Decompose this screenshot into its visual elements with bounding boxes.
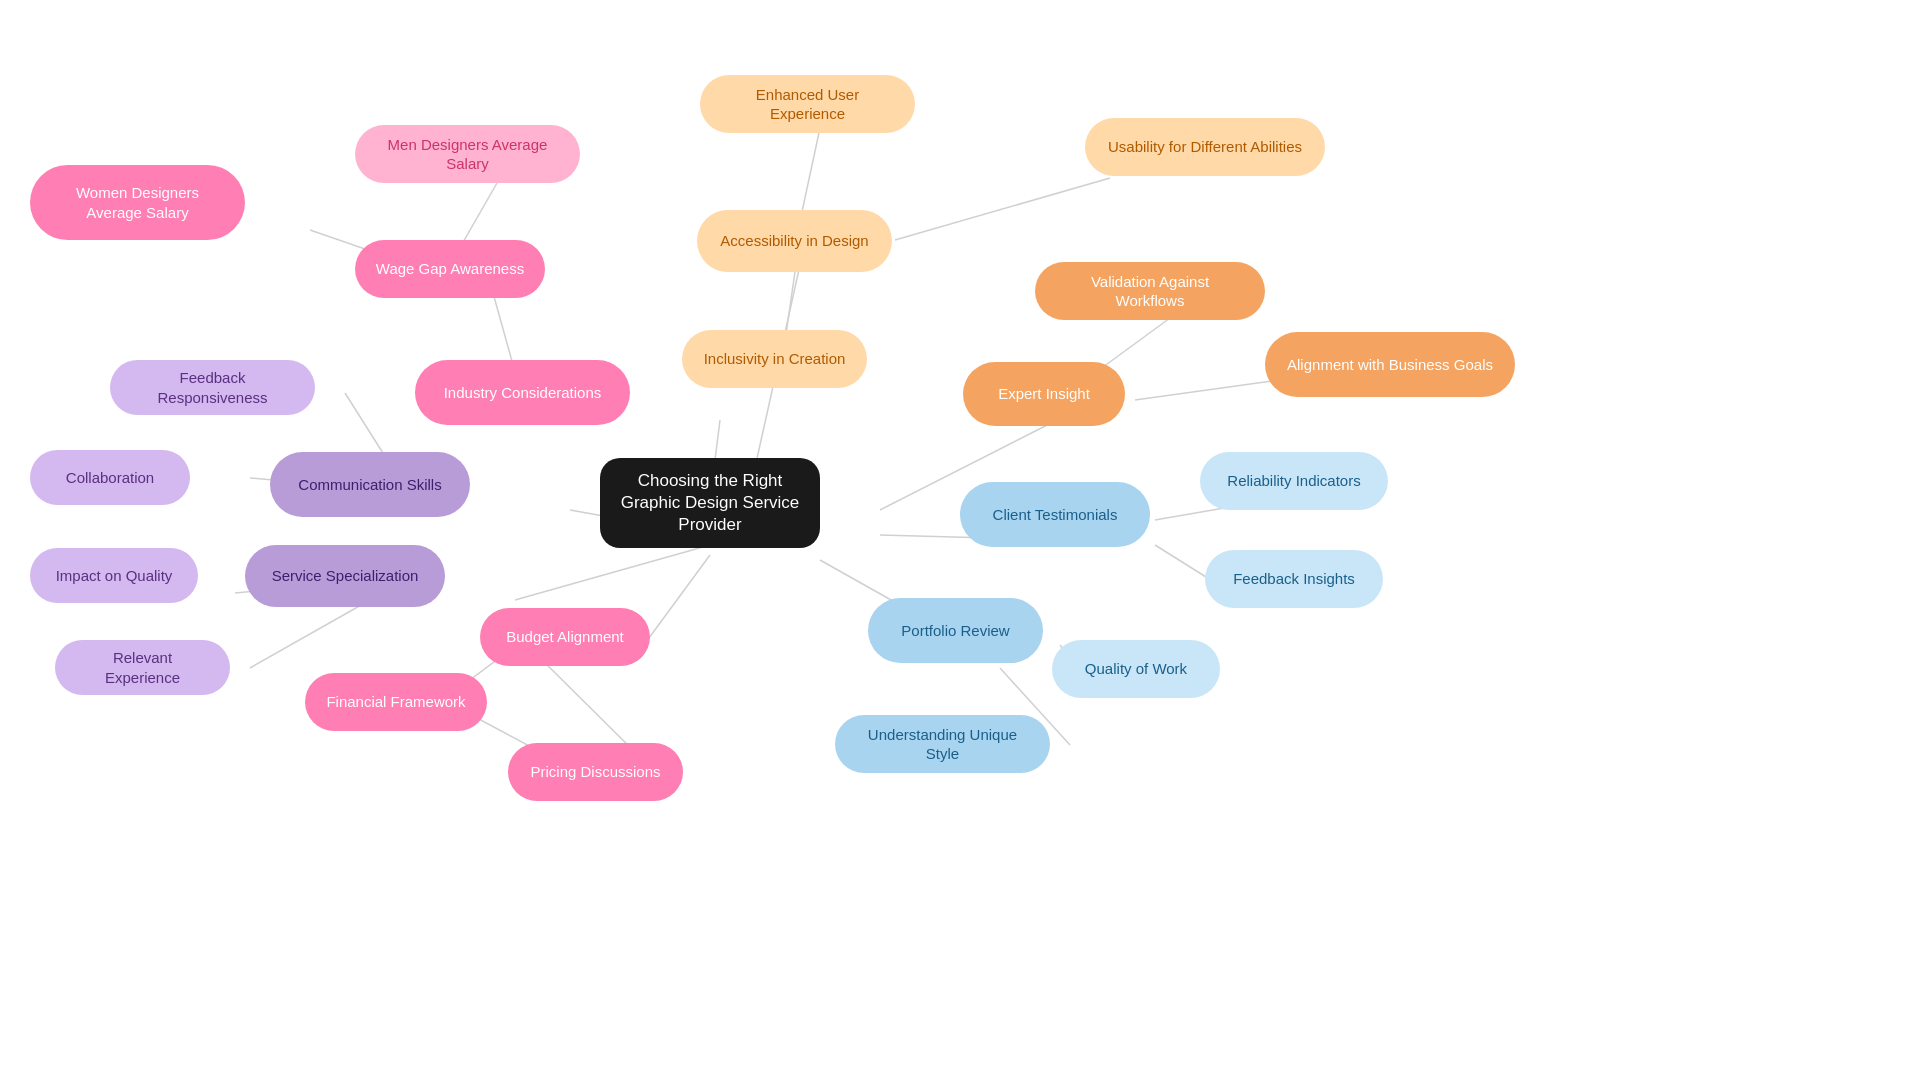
svg-line-23 [1155, 507, 1230, 520]
center-node[interactable]: Choosing the Right Graphic Design Servic… [600, 458, 820, 548]
pricing-discussions-node[interactable]: Pricing Discussions [508, 743, 683, 801]
feedback-insights-label: Feedback Insights [1233, 569, 1355, 589]
impact-quality-node[interactable]: Impact on Quality [30, 548, 198, 603]
unique-style-node[interactable]: Understanding Unique Style [835, 715, 1050, 773]
expert-insight-label: Expert Insight [998, 384, 1090, 404]
relevant-experience-label: Relevant Experience [75, 648, 210, 687]
feedback-insights-node[interactable]: Feedback Insights [1205, 550, 1383, 608]
validation-node[interactable]: Validation Against Workflows [1035, 262, 1265, 320]
svg-line-22 [1135, 380, 1280, 400]
budget-alignment-label: Budget Alignment [506, 627, 624, 647]
inclusivity-label: Inclusivity in Creation [704, 349, 846, 369]
quality-work-label: Quality of Work [1085, 659, 1187, 679]
communication-skills-node[interactable]: Communication Skills [270, 452, 470, 517]
reliability-label: Reliability Indicators [1227, 471, 1360, 491]
enhanced-ux-node[interactable]: Enhanced User Experience [700, 75, 915, 133]
expert-insight-node[interactable]: Expert Insight [963, 362, 1125, 426]
usability-label: Usability for Different Abilities [1108, 137, 1302, 157]
enhanced-ux-label: Enhanced User Experience [720, 85, 895, 124]
collaboration-label: Collaboration [66, 468, 154, 488]
industry-considerations-node[interactable]: Industry Considerations [415, 360, 630, 425]
reliability-node[interactable]: Reliability Indicators [1200, 452, 1388, 510]
relevant-experience-node[interactable]: Relevant Experience [55, 640, 230, 695]
client-testimonials-node[interactable]: Client Testimonials [960, 482, 1150, 547]
alignment-business-node[interactable]: Alignment with Business Goals [1265, 332, 1515, 397]
men-salary-node[interactable]: Men Designers Average Salary [355, 125, 580, 183]
center-label: Choosing the Right Graphic Design Servic… [620, 470, 800, 536]
men-salary-label: Men Designers Average Salary [375, 135, 560, 174]
feedback-responsiveness-label: Feedback Responsiveness [130, 368, 295, 407]
women-salary-node[interactable]: Women Designers Average Salary [30, 165, 245, 240]
financial-framework-label: Financial Framework [326, 692, 465, 712]
service-specialization-label: Service Specialization [272, 566, 419, 586]
service-specialization-node[interactable]: Service Specialization [245, 545, 445, 607]
pricing-discussions-label: Pricing Discussions [530, 762, 660, 782]
feedback-responsiveness-node[interactable]: Feedback Responsiveness [110, 360, 315, 415]
quality-work-node[interactable]: Quality of Work [1052, 640, 1220, 698]
communication-skills-label: Communication Skills [298, 475, 441, 495]
usability-node[interactable]: Usability for Different Abilities [1085, 118, 1325, 176]
client-testimonials-label: Client Testimonials [993, 505, 1118, 525]
portfolio-review-node[interactable]: Portfolio Review [868, 598, 1043, 663]
accessibility-design-label: Accessibility in Design [720, 231, 868, 251]
wage-gap-label: Wage Gap Awareness [376, 259, 524, 279]
women-salary-label: Women Designers Average Salary [50, 183, 225, 222]
wage-gap-node[interactable]: Wage Gap Awareness [355, 240, 545, 298]
impact-quality-label: Impact on Quality [56, 566, 173, 586]
budget-alignment-node[interactable]: Budget Alignment [480, 608, 650, 666]
unique-style-label: Understanding Unique Style [855, 725, 1030, 764]
portfolio-review-label: Portfolio Review [901, 621, 1009, 641]
financial-framework-node[interactable]: Financial Framework [305, 673, 487, 731]
accessibility-design-node[interactable]: Accessibility in Design [697, 210, 892, 272]
svg-line-20 [895, 178, 1110, 240]
alignment-business-label: Alignment with Business Goals [1287, 355, 1493, 375]
svg-line-2 [515, 545, 710, 600]
industry-considerations-label: Industry Considerations [444, 383, 602, 403]
collaboration-node[interactable]: Collaboration [30, 450, 190, 505]
validation-label: Validation Against Workflows [1055, 272, 1245, 311]
inclusivity-node[interactable]: Inclusivity in Creation [682, 330, 867, 388]
svg-line-14 [250, 600, 370, 668]
